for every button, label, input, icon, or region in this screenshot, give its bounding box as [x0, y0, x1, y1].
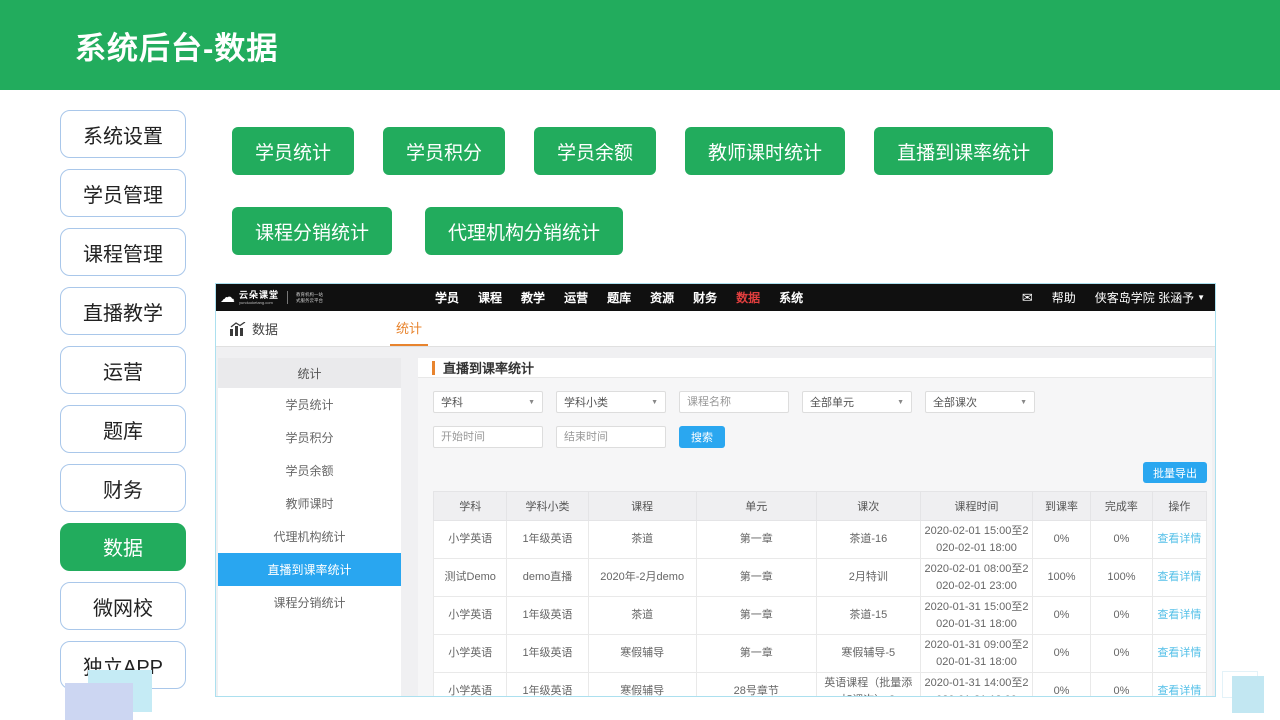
logo-tagline-2: 式服务云平台 — [296, 298, 323, 303]
col-unit: 单元 — [696, 492, 816, 521]
bar-chart-icon — [230, 322, 246, 336]
top-menu-finance[interactable]: 财务 — [693, 289, 717, 306]
decorative-square — [65, 683, 133, 720]
quick-links-row-1: 学员统计 学员积分 学员余额 教师课时统计 直播到课率统计 — [232, 127, 1053, 175]
sidebar-item-live-teaching[interactable]: 直播教学 — [60, 287, 186, 335]
view-details-link[interactable]: 查看详情 — [1157, 571, 1201, 583]
stats-menu-course-distribution[interactable]: 课程分销统计 — [218, 586, 401, 619]
stats-menu-student-balance[interactable]: 学员余额 — [218, 454, 401, 487]
decorative-square — [1232, 676, 1264, 713]
sidebar-item-finance[interactable]: 财务 — [60, 464, 186, 512]
top-menu-courses[interactable]: 课程 — [478, 289, 502, 306]
table-row: 测试Demo demo直播 2020年-2月demo 第一章 2月特训 2020… — [434, 559, 1207, 597]
top-menu-teaching[interactable]: 教学 — [521, 289, 545, 306]
sidebar-item-data[interactable]: 数据 — [60, 523, 186, 571]
quick-button-course-distribution[interactable]: 课程分销统计 — [232, 207, 392, 255]
logo-divider — [287, 291, 288, 304]
account-name: 侠客岛学院 张涵予 — [1095, 289, 1194, 306]
app-sub-nav: 数据 统计 — [216, 311, 1215, 347]
stats-side-menu: 统计 学员统计 学员积分 学员余额 教师课时 代理机构统计 直播到课率统计 课程… — [218, 358, 401, 697]
dropdown-arrow-icon: ▼ — [1020, 399, 1027, 406]
unit-select[interactable]: 全部单元 ▼ — [802, 391, 912, 413]
stats-menu-agency-stats[interactable]: 代理机构统计 — [218, 520, 401, 553]
page-banner: 系统后台-数据 — [0, 0, 1280, 90]
title-accent-bar — [432, 361, 435, 375]
app-top-nav: ☁ 云朵课堂 yunduoketang.com 教育机构一站 式服务云平台 学员… — [216, 284, 1215, 311]
top-menu-operations[interactable]: 运营 — [564, 289, 588, 306]
view-details-link[interactable]: 查看详情 — [1157, 647, 1201, 659]
table-header-row: 学科 学科小类 课程 单元 课次 课程时间 到课率 完成率 操作 — [434, 492, 1207, 521]
top-menu-system[interactable]: 系统 — [779, 289, 803, 306]
table-row: 小学英语 1年级英语 寒假辅导 第一章 寒假辅导-5 2020-01-31 09… — [434, 635, 1207, 673]
col-course-time: 课程时间 — [920, 492, 1032, 521]
col-subject: 学科 — [434, 492, 507, 521]
tab-statistics[interactable]: 统计 — [390, 311, 428, 346]
sidebar-item-micro-school[interactable]: 微网校 — [60, 582, 186, 630]
quick-button-teacher-hours[interactable]: 教师课时统计 — [685, 127, 845, 175]
view-details-link[interactable]: 查看详情 — [1157, 533, 1201, 545]
quick-links-row-2: 课程分销统计 代理机构分销统计 — [232, 207, 623, 255]
subnav-section-label: 数据 — [252, 319, 278, 338]
top-menu-resources[interactable]: 资源 — [650, 289, 674, 306]
top-menu-question-bank[interactable]: 题库 — [607, 289, 631, 306]
dropdown-arrow-icon: ▼ — [528, 399, 535, 406]
help-link[interactable]: 帮助 — [1052, 289, 1076, 306]
start-time-input[interactable] — [441, 431, 535, 443]
view-details-link[interactable]: 查看详情 — [1157, 609, 1201, 621]
col-completion-rate: 完成率 — [1091, 492, 1153, 521]
sidebar-item-operations[interactable]: 运营 — [60, 346, 186, 394]
col-actions: 操作 — [1152, 492, 1206, 521]
quick-button-student-points[interactable]: 学员积分 — [383, 127, 505, 175]
quick-button-live-attendance[interactable]: 直播到课率统计 — [874, 127, 1053, 175]
dropdown-arrow-icon: ▼ — [651, 399, 658, 406]
page-title: 系统后台-数据 — [75, 23, 278, 68]
quick-button-agency-distribution[interactable]: 代理机构分销统计 — [425, 207, 623, 255]
table-row: 小学英语 1年级英语 茶道 第一章 茶道-16 2020-02-01 15:00… — [434, 521, 1207, 559]
end-time-input[interactable] — [564, 431, 658, 443]
sidebar-item-system-settings[interactable]: 系统设置 — [60, 110, 186, 158]
app-logo[interactable]: ☁ 云朵课堂 yunduoketang.com 教育机构一站 式服务云平台 — [220, 290, 323, 305]
quick-button-student-stats[interactable]: 学员统计 — [232, 127, 354, 175]
quick-button-student-balance[interactable]: 学员余额 — [534, 127, 656, 175]
attendance-table: 学科 学科小类 课程 单元 课次 课程时间 到课率 完成率 操作 — [418, 491, 1212, 697]
stats-menu-student-stats[interactable]: 学员统计 — [218, 388, 401, 421]
sidebar-item-course-management[interactable]: 课程管理 — [60, 228, 186, 276]
col-attendance-rate: 到课率 — [1033, 492, 1091, 521]
stats-menu-teacher-hours[interactable]: 教师课时 — [218, 487, 401, 520]
table-row: 小学英语 1年级英语 茶道 第一章 茶道-15 2020-01-31 15:00… — [434, 597, 1207, 635]
col-subject-sub: 学科小类 — [507, 492, 588, 521]
content-title: 直播到课率统计 — [443, 358, 534, 377]
view-details-link[interactable]: 查看详情 — [1157, 685, 1201, 697]
account-caret-icon: ▼ — [1197, 293, 1205, 302]
subject-subcategory-select[interactable]: 学科小类 ▼ — [556, 391, 666, 413]
logo-title: 云朵课堂 — [239, 291, 279, 300]
search-button[interactable]: 搜索 — [679, 426, 725, 448]
outer-sidebar: 系统设置 学员管理 课程管理 直播教学 运营 题库 财务 数据 微网校 独立AP… — [60, 110, 186, 700]
sidebar-item-question-bank[interactable]: 题库 — [60, 405, 186, 453]
stats-menu-header: 统计 — [218, 358, 401, 388]
table-row: 小学英语 1年级英语 寒假辅导 28号章节 英语课程（批量添加课次）-3 202… — [434, 673, 1207, 698]
dropdown-arrow-icon: ▼ — [897, 399, 904, 406]
messages-envelope-icon[interactable]: ✉ — [1022, 290, 1033, 306]
col-course: 课程 — [588, 492, 696, 521]
filter-bar: 学科 ▼ 学科小类 ▼ 全部单元 ▼ 全部课次 — [418, 378, 1212, 453]
stats-main-panel: 直播到课率统计 学科 ▼ 学科小类 ▼ 全部单元 — [418, 358, 1212, 697]
app-top-menu: 学员 课程 教学 运营 题库 资源 财务 数据 系统 — [435, 289, 803, 306]
lesson-select[interactable]: 全部课次 ▼ — [925, 391, 1035, 413]
stats-menu-student-points[interactable]: 学员积分 — [218, 421, 401, 454]
admin-screenshot-panel: ☁ 云朵课堂 yunduoketang.com 教育机构一站 式服务云平台 学员… — [215, 283, 1216, 697]
stats-menu-live-attendance-active[interactable]: 直播到课率统计 — [218, 553, 401, 586]
account-menu[interactable]: 侠客岛学院 张涵予 ▼ — [1095, 289, 1205, 306]
cloud-icon: ☁ — [220, 290, 235, 305]
batch-export-button[interactable]: 批量导出 — [1143, 462, 1207, 483]
sidebar-item-student-management[interactable]: 学员管理 — [60, 169, 186, 217]
top-menu-data-active[interactable]: 数据 — [736, 289, 760, 306]
course-name-input[interactable] — [687, 396, 781, 408]
logo-url: yunduoketang.com — [239, 301, 279, 305]
subject-select[interactable]: 学科 ▼ — [433, 391, 543, 413]
top-menu-students[interactable]: 学员 — [435, 289, 459, 306]
col-lesson: 课次 — [816, 492, 920, 521]
